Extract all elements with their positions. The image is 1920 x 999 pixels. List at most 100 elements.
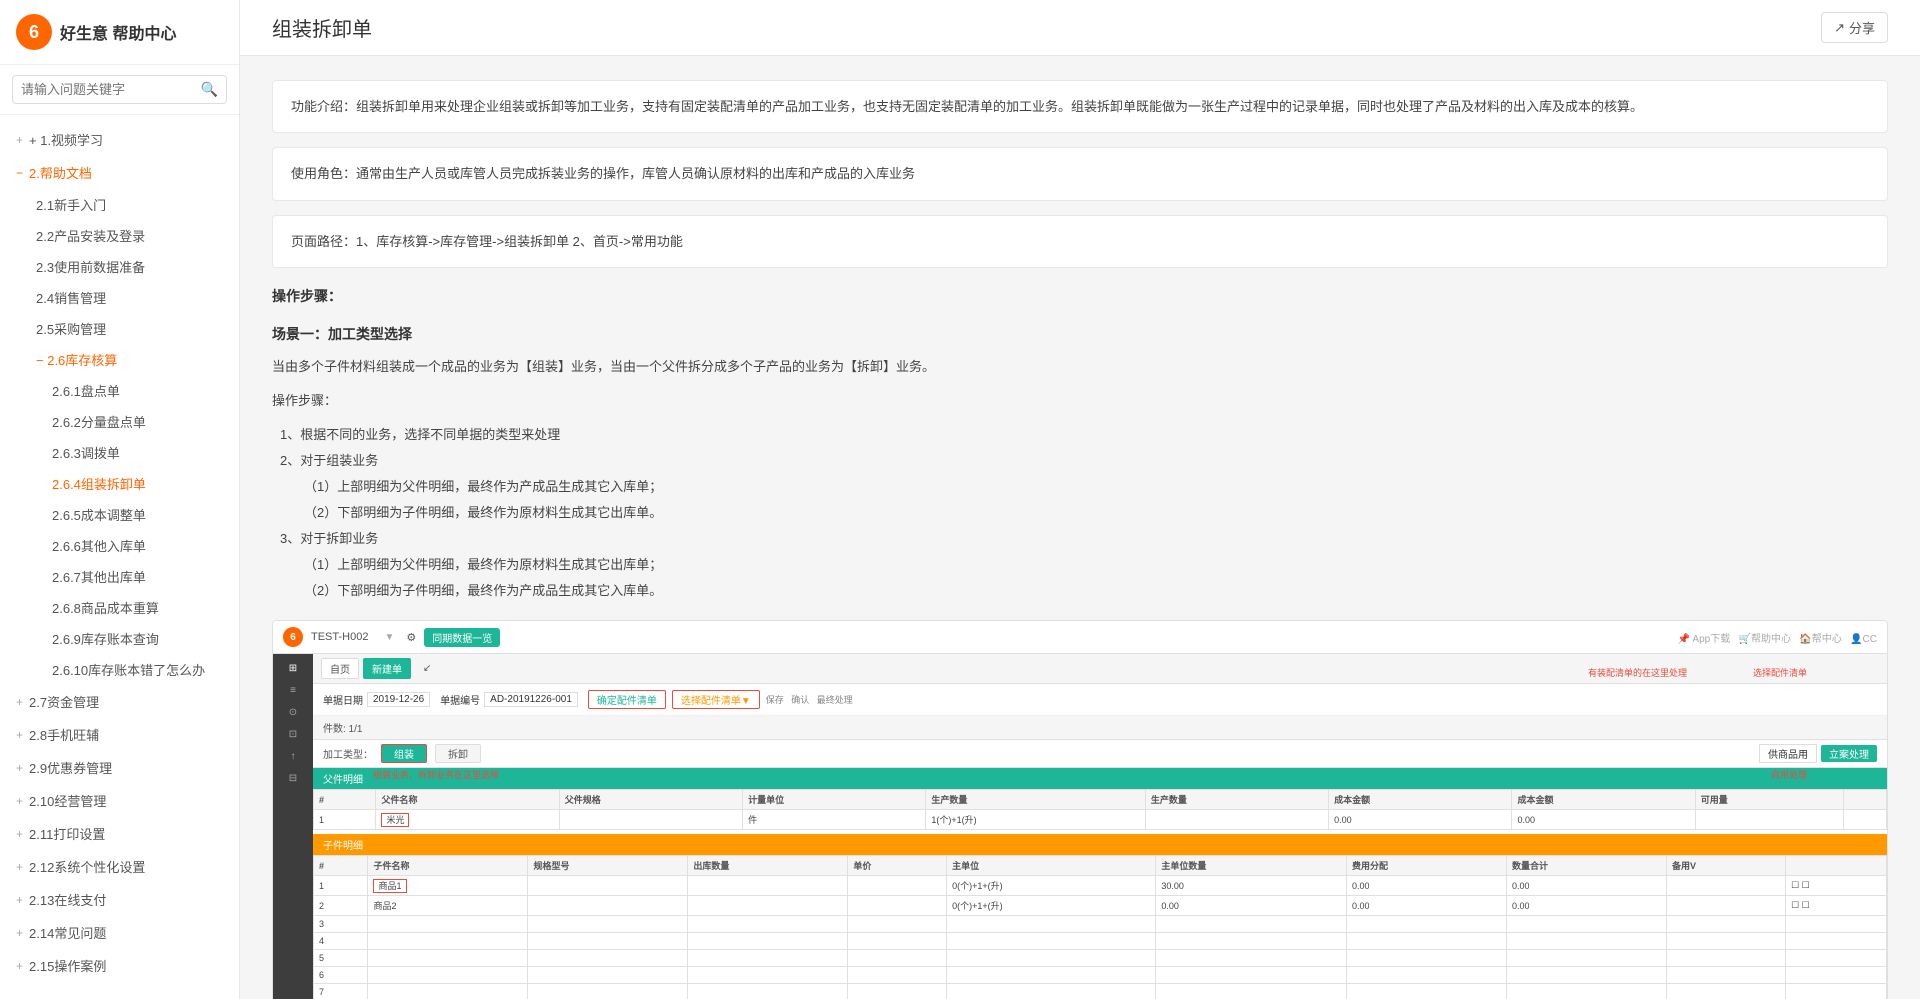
sidebar-item-ledger-query[interactable]: 2.6.9库存账本查询 bbox=[0, 623, 239, 654]
sidebar-item-stocktake[interactable]: 2.6.1盘点单 bbox=[0, 375, 239, 406]
sidebar-item-install[interactable]: 2.2产品安装及登录 bbox=[0, 220, 239, 251]
sidebar-item-help-docs[interactable]: − 2.帮助文档 bbox=[0, 156, 239, 189]
ss-order-value[interactable]: AD-20191226-001 bbox=[484, 692, 578, 707]
ss-orange-select-btn[interactable]: 选择配件清单▼ bbox=[672, 690, 760, 709]
plus-icon-6: + bbox=[16, 827, 23, 841]
intro-text-2: 使用角色：通常由生产人员或库管人员完成拆装业务的操作，库管人员确认原材料的出库和… bbox=[291, 166, 915, 181]
sidebar-item-inventory[interactable]: − 2.6库存核算 bbox=[0, 344, 239, 375]
sidebar-item-sales[interactable]: 2.4销售管理 bbox=[0, 282, 239, 313]
path-text: 页面路径：1、库存核算->库存管理->组装拆卸单 2、首页->常用功能 bbox=[291, 234, 683, 249]
annotation-text-2: 选择配件清单 bbox=[1753, 666, 1807, 679]
col-parent-spec: 父件规格 bbox=[559, 790, 742, 810]
cell-cost2: 0.00 bbox=[1512, 810, 1695, 830]
cell-prod-qty: 1(个)+1(升) bbox=[926, 810, 1145, 830]
sidebar-item-settings[interactable]: + 2.12系统个性化设置 bbox=[0, 850, 239, 883]
ss-confirm-btn[interactable]: 确定配件清单 bbox=[588, 690, 666, 709]
ss-main-content: 自页 新建单 ↙ 单据日期 2019-12-26 单据编号 bbox=[313, 654, 1887, 999]
sidebar-item-transfer[interactable]: 2.6.3调拨单 bbox=[0, 437, 239, 468]
page-title: 组装拆卸单 bbox=[272, 13, 372, 42]
sidebar-item-prepare[interactable]: 2.3使用前数据准备 bbox=[0, 251, 239, 282]
intro-block-1: 功能介绍：组装拆卸单用来处理企业组装或拆卸等加工业务，支持有固定装配清单的产品加… bbox=[272, 80, 1888, 133]
search-input[interactable] bbox=[21, 82, 201, 97]
child-col-qty-total: 数量合计 bbox=[1506, 856, 1666, 876]
screenshot-container: 6 TEST-H002 ▼ ⚙ 同期数据一览 📌 App下载 🛒帮助中心 🏠帮中… bbox=[272, 620, 1888, 999]
ss-date-value[interactable]: 2019-12-26 bbox=[367, 692, 430, 707]
search-box[interactable]: 🔍 bbox=[12, 75, 227, 104]
intro-block-2: 使用角色：通常由生产人员或库管人员完成拆装业务的操作，库管人员确认原材料的出库和… bbox=[272, 147, 1888, 200]
sidebar-item-partial-stocktake[interactable]: 2.6.2分量盘点单 bbox=[0, 406, 239, 437]
sidebar-item-finance[interactable]: + 2.7资金管理 bbox=[0, 685, 239, 718]
sidebar-item-cost-adjust[interactable]: 2.6.5成本调整单 bbox=[0, 499, 239, 530]
ss-type-label: 加工类型： bbox=[323, 746, 373, 761]
ops-heading: 操作步骤： bbox=[272, 286, 1888, 306]
ss-order-field: 单据编号 AD-20191226-001 bbox=[440, 692, 578, 707]
ss-parent-table: # 父件名称 父件规格 计量单位 生产数量 生产数量 成本金额 成本金额 可用量 bbox=[313, 789, 1887, 830]
sidebar-item-ledger-fix[interactable]: 2.6.10库存账本错了怎么办 bbox=[0, 654, 239, 685]
sidebar-item-video[interactable]: + + 1.视频学习 bbox=[0, 123, 239, 156]
ss-nav-icon1: ⚙ bbox=[406, 631, 416, 644]
logo-icon: 6 bbox=[16, 14, 52, 50]
path-block: 页面路径：1、库存核算->库存管理->组装拆卸单 2、首页->常用功能 bbox=[272, 215, 1888, 268]
ss-date-field: 单据日期 2019-12-26 bbox=[323, 692, 430, 707]
ss-tab-new[interactable]: 新建单 bbox=[363, 658, 411, 679]
ss-apply-btn[interactable]: 立案处理 bbox=[1821, 745, 1877, 762]
ss-child-table-area: 子件明细 # 子件名称 规格型号 出库数量 单价 bbox=[313, 834, 1887, 999]
step2: 2、对于组装业务 bbox=[280, 448, 1888, 474]
share-button[interactable]: ↗ 分享 bbox=[1821, 12, 1888, 43]
sidebar-item-print[interactable]: + 2.11打印设置 bbox=[0, 817, 239, 850]
ss-form-area: 单据日期 2019-12-26 单据编号 AD-20191226-001 确定配… bbox=[313, 684, 1887, 716]
ss-header: 6 TEST-H002 ▼ ⚙ 同期数据一览 📌 App下载 🛒帮助中心 🏠帮中… bbox=[273, 621, 1887, 654]
cell-parent-spec bbox=[559, 810, 742, 830]
sidebar-item-cost-recalc[interactable]: 2.6.8商品成本重算 bbox=[0, 592, 239, 623]
sidebar-item-mobile[interactable]: + 2.8手机旺辅 bbox=[0, 718, 239, 751]
nav-tree: + + 1.视频学习 − 2.帮助文档 2.1新手入门 2.2产品安装及登录 2… bbox=[0, 115, 239, 999]
step1: 1、根据不同的业务，选择不同单据的类型来处理 bbox=[280, 422, 1888, 448]
ss-type-assembly[interactable]: 组装 bbox=[381, 744, 427, 763]
child-col-extra: 备用V bbox=[1666, 856, 1785, 876]
annotation-text-4: 启用处理 bbox=[1771, 768, 1807, 781]
top-bar: 组装拆卸单 ↗ 分享 bbox=[240, 0, 1920, 56]
col-prod-qty: 生产数量 bbox=[926, 790, 1145, 810]
sidebar-item-payment[interactable]: + 2.13在线支付 bbox=[0, 883, 239, 916]
sidebar-item-assembly[interactable]: 2.6.4组装拆卸单 bbox=[0, 468, 239, 499]
col-unit: 计量单位 bbox=[743, 790, 926, 810]
ss-body: ⊞ ≡ ⊙ ⊡ ↑ ⊟ 自页 新建单 ↙ bbox=[273, 654, 1887, 999]
intro-text-1: 功能介绍：组装拆卸单用来处理企业组装或拆卸等加工业务，支持有固定装配清单的产品加… bbox=[291, 99, 1643, 114]
ss-tab-all[interactable]: 自页 bbox=[321, 658, 359, 679]
annotation-text-1: 有装配清单的在这里处理 bbox=[1588, 666, 1687, 679]
child-col-price: 单价 bbox=[848, 856, 947, 876]
plus-icon: + bbox=[16, 133, 23, 147]
search-icon[interactable]: 🔍 bbox=[201, 81, 218, 98]
ss-top-icons: 📌 App下载 🛒帮助中心 🏠帮中心 👤CC bbox=[1678, 630, 1877, 645]
ss-sidebar-icon1: ⊞ bbox=[289, 660, 297, 678]
sidebar-item-coupon[interactable]: + 2.9优惠券管理 bbox=[0, 751, 239, 784]
child-row-1: 1 商品1 0(个)+1+(升) 30.00 0.00 0.00 bbox=[314, 876, 1887, 896]
ss-enable-input[interactable]: 供商品用 bbox=[1759, 744, 1817, 763]
col-cost1: 成本金额 bbox=[1329, 790, 1512, 810]
plus-icon-4: + bbox=[16, 761, 23, 775]
ss-type-disassembly[interactable]: 拆卸 bbox=[435, 744, 481, 763]
sidebar-item-purchase[interactable]: 2.5采购管理 bbox=[0, 313, 239, 344]
child-row-5: 5 bbox=[314, 950, 1887, 967]
ss-parent-section-bar: 父件明细 bbox=[313, 768, 1887, 789]
screenshot-inner: 6 TEST-H002 ▼ ⚙ 同期数据一览 📌 App下载 🛒帮助中心 🏠帮中… bbox=[273, 621, 1887, 999]
ss-more-btns: 保存 确认 最终处理 bbox=[766, 693, 853, 706]
ss-child-section-bar: 子件明细 bbox=[313, 834, 1887, 855]
ss-date-label: 单据日期 bbox=[323, 692, 363, 707]
sidebar-item-operations[interactable]: + 2.10经营管理 bbox=[0, 784, 239, 817]
parent-table-row: 1 米光 件 1(个)+1(升) 0.00 0.00 bbox=[314, 810, 1887, 830]
plus-icon-3: + bbox=[16, 728, 23, 742]
ss-stats-row: 件数: 1/1 bbox=[313, 716, 1887, 740]
sidebar-item-other-out[interactable]: 2.6.7其他出库单 bbox=[0, 561, 239, 592]
ss-sidebar-icon2: ≡ bbox=[290, 682, 296, 700]
child-col-cost-alloc: 费用分配 bbox=[1347, 856, 1507, 876]
col-cost2: 成本金额 bbox=[1512, 790, 1695, 810]
step3-sub2: （2）下部明细为子件明细，最终作为产成品生成其它入库单。 bbox=[304, 578, 1888, 604]
sidebar-item-other-in[interactable]: 2.6.6其他入库单 bbox=[0, 530, 239, 561]
sidebar-item-faq[interactable]: + 2.14常见问题 bbox=[0, 916, 239, 949]
scenario1-desc: 当由多个子件材料组装成一个成品的业务为【组装】业务，当由一个父件拆分成多个子产品… bbox=[272, 354, 1888, 380]
child-col-name: 子件名称 bbox=[368, 856, 528, 876]
sidebar-item-newbie[interactable]: 2.1新手入门 bbox=[0, 189, 239, 220]
sidebar-item-cases[interactable]: + 2.15操作案例 bbox=[0, 949, 239, 982]
ss-green-nav-btn: 同期数据一览 bbox=[424, 628, 500, 647]
